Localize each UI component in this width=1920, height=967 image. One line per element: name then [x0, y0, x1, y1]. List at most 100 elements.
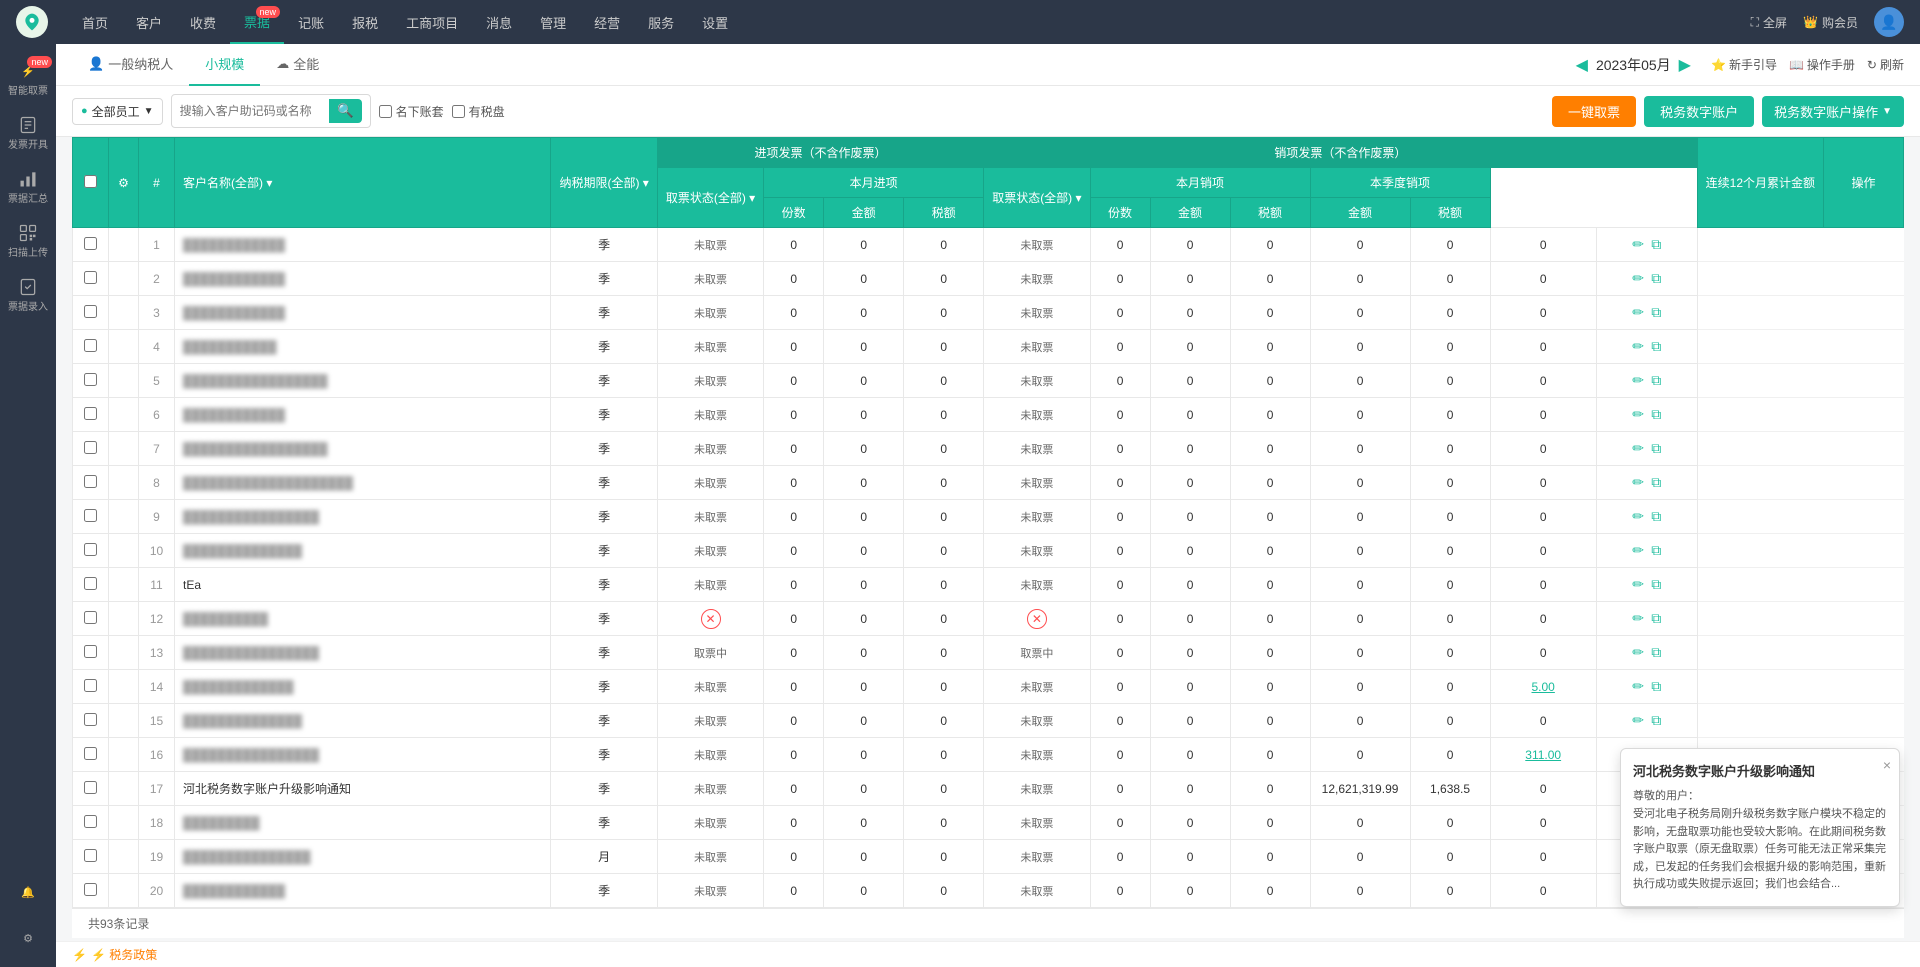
th-nadi[interactable]: 纳税期限(全部) ▾ — [551, 138, 657, 228]
mingxia-checkbox-label[interactable]: 名下账套 — [379, 103, 444, 120]
sidebar-item-notice[interactable]: 🔔 — [0, 873, 56, 911]
edit-btn[interactable]: ✏ — [1630, 506, 1646, 527]
row-checkbox[interactable] — [84, 747, 97, 760]
edit-btn[interactable]: ✏ — [1630, 540, 1646, 561]
fullscreen-btn[interactable]: ⛶ 全屏 — [1751, 14, 1787, 31]
row-checkbox[interactable] — [84, 509, 97, 522]
employee-filter[interactable]: ● 全部员工 ▼ — [72, 98, 163, 125]
edit-btn[interactable]: ✏ — [1630, 676, 1646, 697]
row-checkbox[interactable] — [84, 611, 97, 624]
nav-item-xiaoxi[interactable]: 消息 — [472, 0, 526, 44]
nav-item-jingying[interactable]: 经营 — [580, 0, 634, 44]
row-checkbox[interactable] — [84, 305, 97, 318]
row-checkbox[interactable] — [84, 407, 97, 420]
search-button[interactable]: 🔍 — [329, 99, 362, 123]
search-input[interactable] — [180, 104, 333, 118]
copy-btn[interactable]: ⧉ — [1649, 506, 1663, 527]
sidebar-item-zhideng[interactable]: ⚡ 智能取票 new — [0, 52, 56, 106]
sidebar-item-saomiao[interactable]: 扫描上传 — [0, 214, 56, 268]
th-settings[interactable]: ⚙ — [109, 138, 139, 228]
row-checkbox[interactable] — [84, 713, 97, 726]
nav-item-baoshui[interactable]: 报税 — [338, 0, 392, 44]
youshpan-checkbox-label[interactable]: 有税盘 — [452, 103, 505, 120]
sidebar-item-settings[interactable]: ⚙ — [0, 919, 56, 957]
row-checkbox[interactable] — [84, 815, 97, 828]
nav-item-piaoju[interactable]: 票据 new — [230, 0, 284, 44]
tax-policy-bar[interactable]: ⚡ ⚡ 税务政策 — [56, 941, 1920, 967]
caozuo-shouce-btn[interactable]: 📖 操作手册 — [1789, 56, 1855, 73]
edit-btn[interactable]: ✏ — [1630, 710, 1646, 731]
th-name[interactable]: 客户名称(全部) ▾ — [175, 138, 551, 228]
row-checkbox[interactable] — [84, 339, 97, 352]
notification-close-btn[interactable]: × — [1883, 757, 1891, 773]
edit-btn[interactable]: ✏ — [1630, 370, 1646, 391]
edit-btn[interactable]: ✏ — [1630, 268, 1646, 289]
select-all-checkbox[interactable] — [84, 175, 97, 188]
nav-item-home[interactable]: 首页 — [68, 0, 122, 44]
copy-btn[interactable]: ⧉ — [1649, 404, 1663, 425]
row-checkbox[interactable] — [84, 849, 97, 862]
th-jin-status[interactable]: 取票状态(全部) ▾ — [657, 168, 763, 228]
youshpan-checkbox[interactable] — [452, 105, 465, 118]
copy-btn[interactable]: ⧉ — [1649, 472, 1663, 493]
edit-btn[interactable]: ✏ — [1630, 234, 1646, 255]
tab-quanbu[interactable]: ☁ 全能 — [260, 44, 335, 86]
shuaxin-btn[interactable]: ↻ 刷新 — [1867, 56, 1904, 73]
row-checkbox[interactable] — [84, 237, 97, 250]
nav-item-customer[interactable]: 客户 — [122, 0, 176, 44]
sidebar-item-luru[interactable]: 票据录入 — [0, 268, 56, 322]
row-checkbox[interactable] — [84, 645, 97, 658]
row-checkbox[interactable] — [84, 781, 97, 794]
tab-xiaogui[interactable]: 小规模 — [189, 44, 260, 86]
copy-btn[interactable]: ⧉ — [1649, 370, 1663, 391]
nav-item-jizhang[interactable]: 记账 — [284, 0, 338, 44]
sidebar-item-huizong[interactable]: 票据汇总 — [0, 160, 56, 214]
copy-btn[interactable]: ⧉ — [1649, 710, 1663, 731]
row-checkbox[interactable] — [84, 679, 97, 692]
row-lianxu: 0 — [1490, 636, 1596, 670]
nav-item-guanli[interactable]: 管理 — [526, 0, 580, 44]
tab-yiban[interactable]: 👤 一般纳税人 — [72, 44, 189, 86]
edit-btn[interactable]: ✏ — [1630, 302, 1646, 323]
date-prev-btn[interactable]: ◀ — [1576, 55, 1588, 75]
nav-item-shezhi[interactable]: 设置 — [688, 0, 742, 44]
nav-item-gongshang[interactable]: 工商项目 — [392, 0, 472, 44]
edit-btn[interactable]: ✏ — [1630, 404, 1646, 425]
edit-btn[interactable]: ✏ — [1630, 472, 1646, 493]
nav-item-shoufei[interactable]: 收费 — [176, 0, 230, 44]
mingxia-checkbox[interactable] — [379, 105, 392, 118]
edit-btn[interactable]: ✏ — [1630, 642, 1646, 663]
shuiwu-caozuo-btn[interactable]: 税务数字账户操作 ▼ — [1762, 96, 1904, 127]
copy-btn[interactable]: ⧉ — [1649, 642, 1663, 663]
row-checkbox[interactable] — [84, 271, 97, 284]
yijian-qupiao-btn[interactable]: 一键取票 — [1552, 96, 1636, 127]
row-checkbox[interactable] — [84, 475, 97, 488]
copy-btn[interactable]: ⧉ — [1649, 268, 1663, 289]
copy-btn[interactable]: ⧉ — [1649, 574, 1663, 595]
th-xiao-status[interactable]: 取票状态(全部) ▾ — [984, 168, 1090, 228]
row-lianxu: 0 — [1490, 806, 1596, 840]
copy-btn[interactable]: ⧉ — [1649, 302, 1663, 323]
shuiwu-digital-btn[interactable]: 税务数字账户 — [1644, 96, 1754, 127]
edit-btn[interactable]: ✏ — [1630, 574, 1646, 595]
row-checkbox[interactable] — [84, 441, 97, 454]
row-checkbox[interactable] — [84, 577, 97, 590]
edit-btn[interactable]: ✏ — [1630, 608, 1646, 629]
copy-btn[interactable]: ⧉ — [1649, 540, 1663, 561]
edit-btn[interactable]: ✏ — [1630, 336, 1646, 357]
copy-btn[interactable]: ⧉ — [1649, 336, 1663, 357]
xinshou-yindao-btn[interactable]: ⭐ 新手引导 — [1711, 56, 1777, 73]
nav-item-fuwu[interactable]: 服务 — [634, 0, 688, 44]
row-checkbox[interactable] — [84, 373, 97, 386]
copy-btn[interactable]: ⧉ — [1649, 608, 1663, 629]
copy-btn[interactable]: ⧉ — [1649, 234, 1663, 255]
sidebar-item-kaipiao[interactable]: 发票开具 — [0, 106, 56, 160]
copy-btn[interactable]: ⧉ — [1649, 438, 1663, 459]
date-next-btn[interactable]: ▶ — [1679, 55, 1691, 75]
row-checkbox[interactable] — [84, 883, 97, 896]
edit-btn[interactable]: ✏ — [1630, 438, 1646, 459]
row-checkbox[interactable] — [84, 543, 97, 556]
copy-btn[interactable]: ⧉ — [1649, 676, 1663, 697]
user-avatar[interactable]: 👤 — [1874, 7, 1904, 37]
vip-btn[interactable]: 👑 购会员 — [1803, 14, 1858, 31]
